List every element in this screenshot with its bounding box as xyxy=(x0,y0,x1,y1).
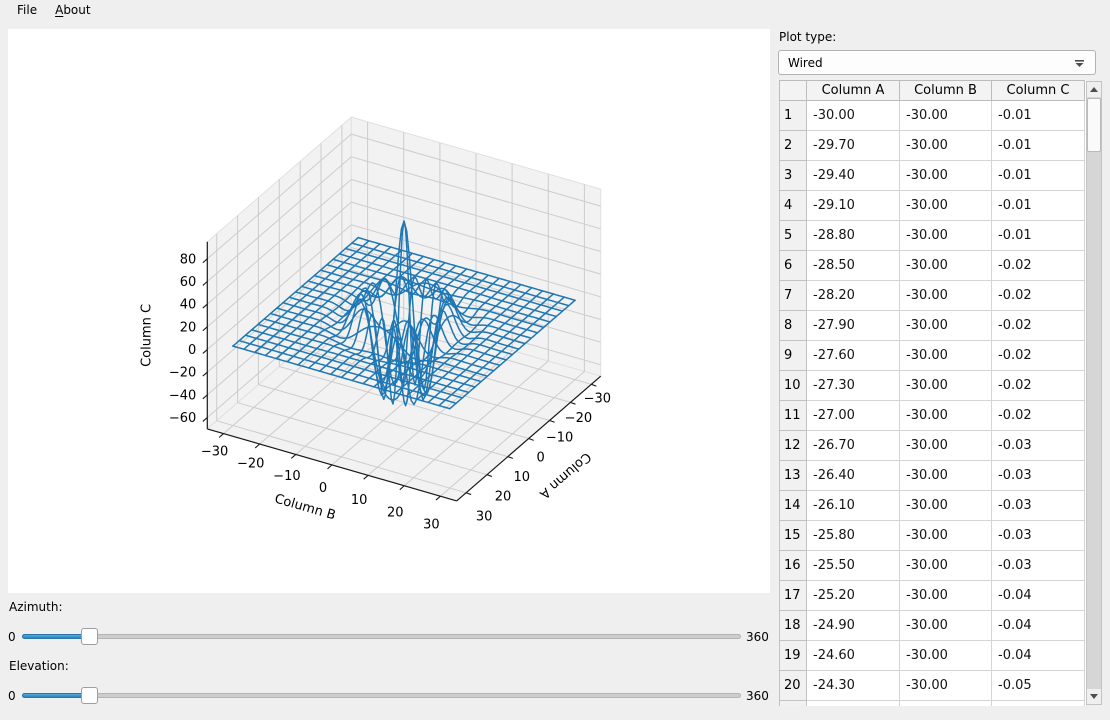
scrollbar-down-button[interactable] xyxy=(1087,689,1101,704)
svg-text:60: 60 xyxy=(180,275,197,290)
svg-text:10: 10 xyxy=(514,470,531,485)
table-row[interactable]: 20-24.30-30.00-0.05 xyxy=(780,671,1085,701)
svg-text:20: 20 xyxy=(387,505,404,520)
arrow-down-icon xyxy=(1090,694,1098,699)
column-header-column-b[interactable]: Column B xyxy=(900,81,992,101)
elevation-slider-handle[interactable] xyxy=(81,687,98,704)
table-row[interactable]: 8-27.90-30.00-0.02 xyxy=(780,311,1085,341)
svg-text:Column C: Column C xyxy=(139,304,154,367)
svg-text:Column B: Column B xyxy=(273,492,338,524)
table-row[interactable]: 10-27.30-30.00-0.02 xyxy=(780,371,1085,401)
table-row[interactable]: 3-29.40-30.00-0.01 xyxy=(780,161,1085,191)
table-row[interactable]: 12-26.70-30.00-0.03 xyxy=(780,431,1085,461)
azimuth-slider-handle[interactable] xyxy=(81,628,98,645)
scrollbar-up-button[interactable] xyxy=(1087,82,1101,97)
svg-text:−10: −10 xyxy=(546,431,573,446)
data-table: Column AColumn BColumn C 1-30.00-30.00-0… xyxy=(779,80,1086,706)
plot-figure[interactable]: −60−40−20020406080−30−20−100102030−30−20… xyxy=(8,29,770,593)
elevation-slider-fill xyxy=(22,693,90,698)
svg-text:0: 0 xyxy=(188,343,196,358)
table-row[interactable]: 11-27.00-30.00-0.02 xyxy=(780,401,1085,431)
azimuth-slider-track[interactable] xyxy=(22,634,741,639)
table-row[interactable]: 16-25.50-30.00-0.03 xyxy=(780,551,1085,581)
svg-text:80: 80 xyxy=(180,252,197,267)
table-header-corner[interactable] xyxy=(780,81,807,101)
table-row[interactable]: 1-30.00-30.00-0.01 xyxy=(780,101,1085,131)
elevation-label: Elevation: xyxy=(9,659,69,673)
plot-3d-canvas[interactable]: −60−40−20020406080−30−20−100102030−30−20… xyxy=(8,29,770,593)
table-row[interactable] xyxy=(780,701,1085,707)
arrow-up-icon xyxy=(1090,87,1098,92)
table-scrollbar[interactable] xyxy=(1086,81,1102,705)
svg-text:40: 40 xyxy=(180,298,197,313)
table-row[interactable]: 17-25.20-30.00-0.04 xyxy=(780,581,1085,611)
plot-type-label: Plot type: xyxy=(779,30,836,44)
table-row[interactable]: 2-29.70-30.00-0.01 xyxy=(780,131,1085,161)
azimuth-min-label: 0 xyxy=(8,630,16,644)
svg-text:0: 0 xyxy=(537,450,545,465)
azimuth-slider-fill xyxy=(22,634,90,639)
table-row[interactable]: 9-27.60-30.00-0.02 xyxy=(780,341,1085,371)
data-table-body: 1-30.00-30.00-0.012-29.70-30.00-0.013-29… xyxy=(780,101,1085,707)
menu-item-file[interactable]: File xyxy=(8,1,46,20)
svg-text:−20: −20 xyxy=(565,411,592,426)
menubar: FileAbout xyxy=(0,0,1110,21)
azimuth-slider[interactable] xyxy=(22,628,741,645)
elevation-slider-track[interactable] xyxy=(22,693,741,698)
table-row[interactable]: 4-29.10-30.00-0.01 xyxy=(780,191,1085,221)
svg-text:Column A: Column A xyxy=(536,449,593,502)
table-row[interactable]: 18-24.90-30.00-0.04 xyxy=(780,611,1085,641)
table-row[interactable]: 15-25.80-30.00-0.03 xyxy=(780,521,1085,551)
svg-text:−60: −60 xyxy=(169,411,196,426)
svg-text:−10: −10 xyxy=(273,469,300,484)
table-row[interactable]: 7-28.20-30.00-0.02 xyxy=(780,281,1085,311)
svg-text:−30: −30 xyxy=(201,445,228,460)
svg-text:−30: −30 xyxy=(584,391,611,406)
svg-text:10: 10 xyxy=(351,493,368,508)
scrollbar-thumb[interactable] xyxy=(1087,98,1101,152)
elevation-slider[interactable] xyxy=(22,687,741,704)
elevation-max-label: 360 xyxy=(746,689,769,703)
column-header-column-c[interactable]: Column C xyxy=(992,81,1085,101)
table-row[interactable]: 14-26.10-30.00-0.03 xyxy=(780,491,1085,521)
azimuth-label: Azimuth: xyxy=(9,600,63,614)
svg-text:30: 30 xyxy=(476,509,493,524)
svg-text:30: 30 xyxy=(423,517,440,532)
svg-text:0: 0 xyxy=(319,481,327,496)
table-row[interactable]: 5-28.80-30.00-0.01 xyxy=(780,221,1085,251)
svg-text:20: 20 xyxy=(495,490,512,505)
table-row[interactable]: 13-26.40-30.00-0.03 xyxy=(780,461,1085,491)
svg-text:−40: −40 xyxy=(169,388,196,403)
table-header-row[interactable]: Column AColumn BColumn C xyxy=(780,81,1085,101)
svg-text:−20: −20 xyxy=(169,366,196,381)
plot-type-combobox[interactable]: Wired xyxy=(778,50,1096,75)
plot-type-value: Wired xyxy=(788,56,823,70)
svg-text:20: 20 xyxy=(180,320,197,335)
menu-item-about[interactable]: About xyxy=(46,1,100,20)
table-row[interactable]: 6-28.50-30.00-0.02 xyxy=(780,251,1085,281)
svg-text:−20: −20 xyxy=(237,457,264,472)
table-row[interactable]: 19-24.60-30.00-0.04 xyxy=(780,641,1085,671)
elevation-min-label: 0 xyxy=(8,689,16,703)
combobox-dropdown-icon xyxy=(1074,59,1085,68)
column-header-column-a[interactable]: Column A xyxy=(807,81,900,101)
azimuth-max-label: 360 xyxy=(746,630,769,644)
